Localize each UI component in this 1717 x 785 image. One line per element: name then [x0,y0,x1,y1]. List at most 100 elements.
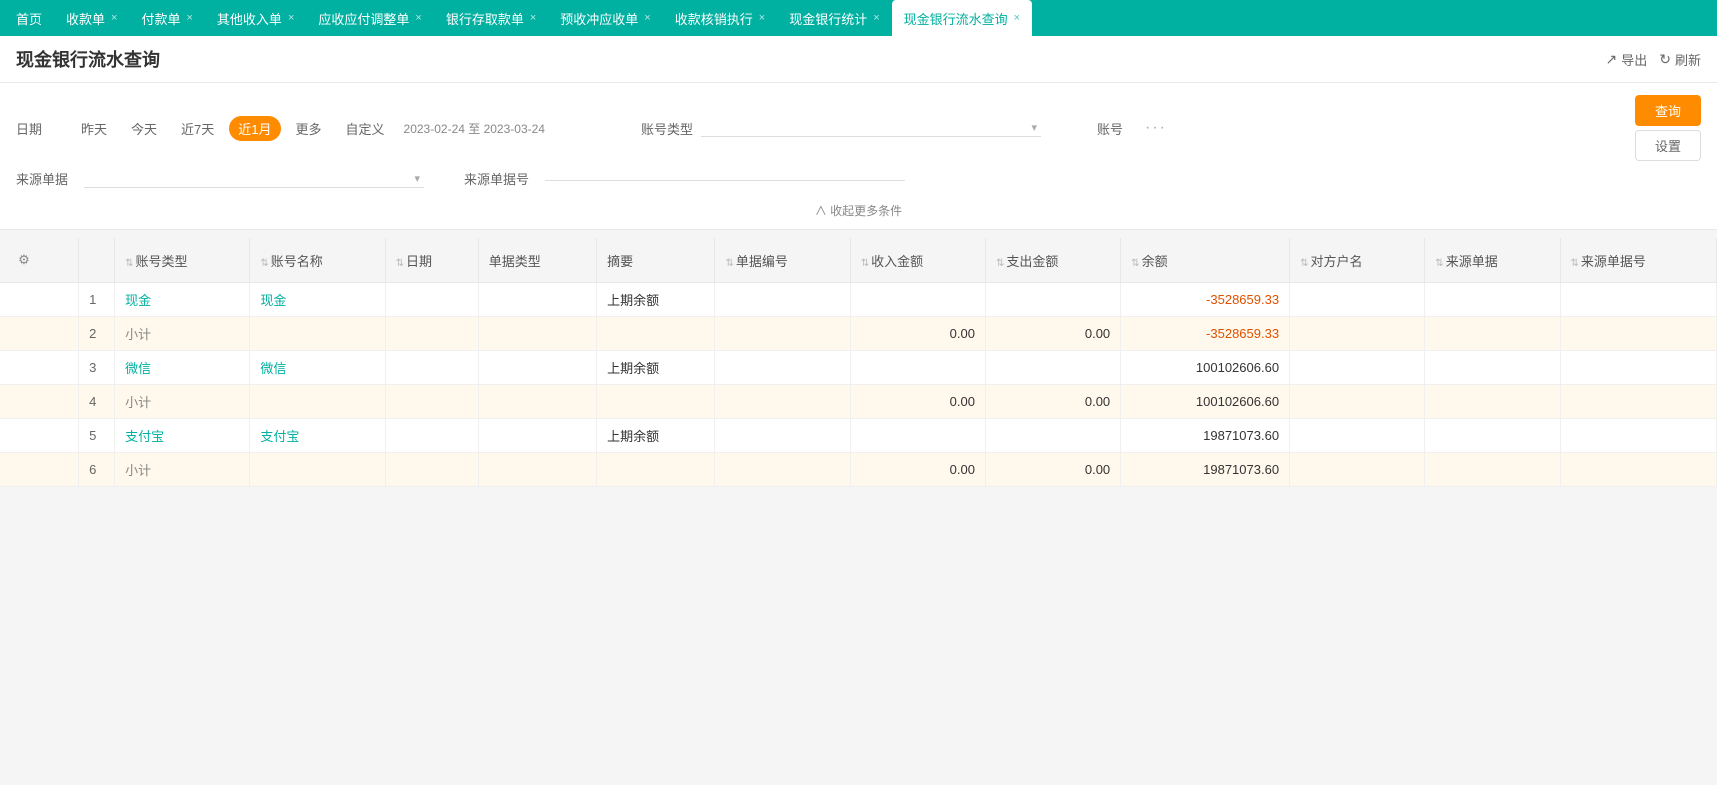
col-source-doc-header[interactable]: ⇅来源单据 [1425,238,1560,283]
col-account-type-header[interactable]: ⇅账号类型 [115,238,250,283]
account-type-select[interactable]: ▾ [701,119,1041,137]
table-row: 4 小计 0.00 0.00 100102606.60 [0,385,1717,419]
cell-gear [0,283,79,317]
nav-prepay[interactable]: 预收冲应收单 × [548,0,662,36]
nav-cash-bank-flow[interactable]: 现金银行流水查询 × [892,0,1032,36]
cell-counterparty [1290,419,1425,453]
cell-income: 0.00 [850,385,985,419]
col-doc-no-header[interactable]: ⇅单据编号 [715,238,850,283]
cell-date [385,419,478,453]
col-date-header[interactable]: ⇅日期 [385,238,478,283]
cell-account-type: 小计 [115,453,250,487]
close-cash-bank-stats-icon[interactable]: × [873,12,879,24]
col-gear-header: ⚙ [0,238,79,283]
cell-counterparty [1290,453,1425,487]
cell-balance: 19871073.60 [1121,419,1290,453]
settings-button[interactable]: 设置 [1635,130,1701,161]
cell-doc-type [478,419,596,453]
cell-income [850,419,985,453]
cell-account-name [250,317,385,351]
account-no-more-icon[interactable]: ··· [1145,119,1167,137]
date-btn-yesterday[interactable]: 昨天 [72,116,116,141]
col-income-header[interactable]: ⇅收入金额 [850,238,985,283]
cell-balance: -3528659.33 [1121,283,1290,317]
cell-doc-no [715,385,850,419]
date-btn-7days[interactable]: 近7天 [172,116,223,141]
cell-doc-no [715,283,850,317]
export-button[interactable]: ↗ 导出 [1606,50,1648,69]
refresh-button[interactable]: ↻ 刷新 [1659,50,1701,69]
cell-source-doc [1425,453,1560,487]
col-account-name-header[interactable]: ⇅账号名称 [250,238,385,283]
col-expense-header[interactable]: ⇅支出金额 [985,238,1120,283]
cell-account-name [250,385,385,419]
nav-cash-bank-stats[interactable]: 现金银行统计 × [777,0,891,36]
cell-num: 5 [79,419,115,453]
col-doc-type-header: 单据类型 [478,238,596,283]
date-btn-more[interactable]: 更多 [287,116,331,141]
page-title: 现金银行流水查询 [16,46,160,72]
col-source-doc-no-header[interactable]: ⇅来源单据号 [1560,238,1716,283]
cell-expense [985,419,1120,453]
table-header-row: ⚙ ⇅账号类型 ⇅账号名称 ⇅日期 单据类型 摘要 ⇅单据编号 ⇅收入金额 ⇅支… [0,238,1717,283]
close-other-income-icon[interactable]: × [288,12,294,24]
cell-summary: 上期余额 [597,419,715,453]
nav-receipt[interactable]: 收款单 × [54,0,129,36]
nav-other-income[interactable]: 其他收入单 × [205,0,306,36]
source-doc-label: 来源单据 [16,169,68,188]
source-doc-no-input[interactable] [545,176,905,181]
gear-icon[interactable]: ⚙ [10,246,38,274]
cell-account-type: 微信 [115,351,250,385]
page-header: 现金银行流水查询 ↗ 导出 ↻ 刷新 [0,36,1717,83]
close-ar-ap-adjust-icon[interactable]: × [415,12,421,24]
date-label: 日期 [16,119,56,138]
close-receipt-icon[interactable]: × [111,12,117,24]
collapse-bar[interactable]: ∧ 收起更多条件 [16,196,1701,221]
nav-ar-ap-adjust[interactable]: 应收应付调整单 × [306,0,433,36]
col-balance-header[interactable]: ⇅余额 [1121,238,1290,283]
close-bank-deposit-icon[interactable]: × [530,12,536,24]
cell-account-type: 支付宝 [115,419,250,453]
nav-collection-exec[interactable]: 收款核销执行 × [663,0,777,36]
cell-account-name: 微信 [250,351,385,385]
cell-gear [0,351,79,385]
account-no-label: 账号 [1097,119,1137,138]
cell-balance: 19871073.60 [1121,453,1290,487]
source-doc-select[interactable]: ▾ [84,170,424,188]
cell-num: 4 [79,385,115,419]
date-btn-today[interactable]: 今天 [122,116,166,141]
col-counterparty-header[interactable]: ⇅对方户名 [1290,238,1425,283]
cell-doc-no [715,317,850,351]
col-summary-header: 摘要 [597,238,715,283]
nav-home[interactable]: 首页 [4,0,54,36]
cell-num: 6 [79,453,115,487]
cell-num: 2 [79,317,115,351]
close-collection-exec-icon[interactable]: × [759,12,765,24]
close-payment-icon[interactable]: × [186,12,192,24]
cell-expense [985,351,1120,385]
cell-doc-no [715,351,850,385]
cell-doc-type [478,283,596,317]
source-doc-no-label: 来源单据号 [464,169,529,188]
cell-balance: 100102606.60 [1121,351,1290,385]
date-btn-1month[interactable]: 近1月 [229,116,280,141]
cell-income: 0.00 [850,453,985,487]
nav-bank-deposit[interactable]: 银行存取款单 × [434,0,548,36]
cell-summary: 上期余额 [597,283,715,317]
cell-date [385,385,478,419]
refresh-icon: ↻ [1659,51,1671,68]
cell-expense: 0.00 [985,453,1120,487]
cell-doc-type [478,317,596,351]
cell-doc-no [715,419,850,453]
close-prepay-icon[interactable]: × [644,12,650,24]
date-btn-custom[interactable]: 自定义 [337,116,394,141]
nav-payment[interactable]: 付款单 × [129,0,204,36]
export-icon: ↗ [1606,51,1618,68]
cell-doc-no [715,453,850,487]
table-row: 5 支付宝 支付宝 上期余额 19871073.60 [0,419,1717,453]
data-table: ⚙ ⇅账号类型 ⇅账号名称 ⇅日期 单据类型 摘要 ⇅单据编号 ⇅收入金额 ⇅支… [0,238,1717,487]
close-cash-bank-flow-icon[interactable]: × [1014,12,1020,24]
table-row: 3 微信 微信 上期余额 100102606.60 [0,351,1717,385]
query-button[interactable]: 查询 [1635,95,1701,126]
cell-summary [597,317,715,351]
